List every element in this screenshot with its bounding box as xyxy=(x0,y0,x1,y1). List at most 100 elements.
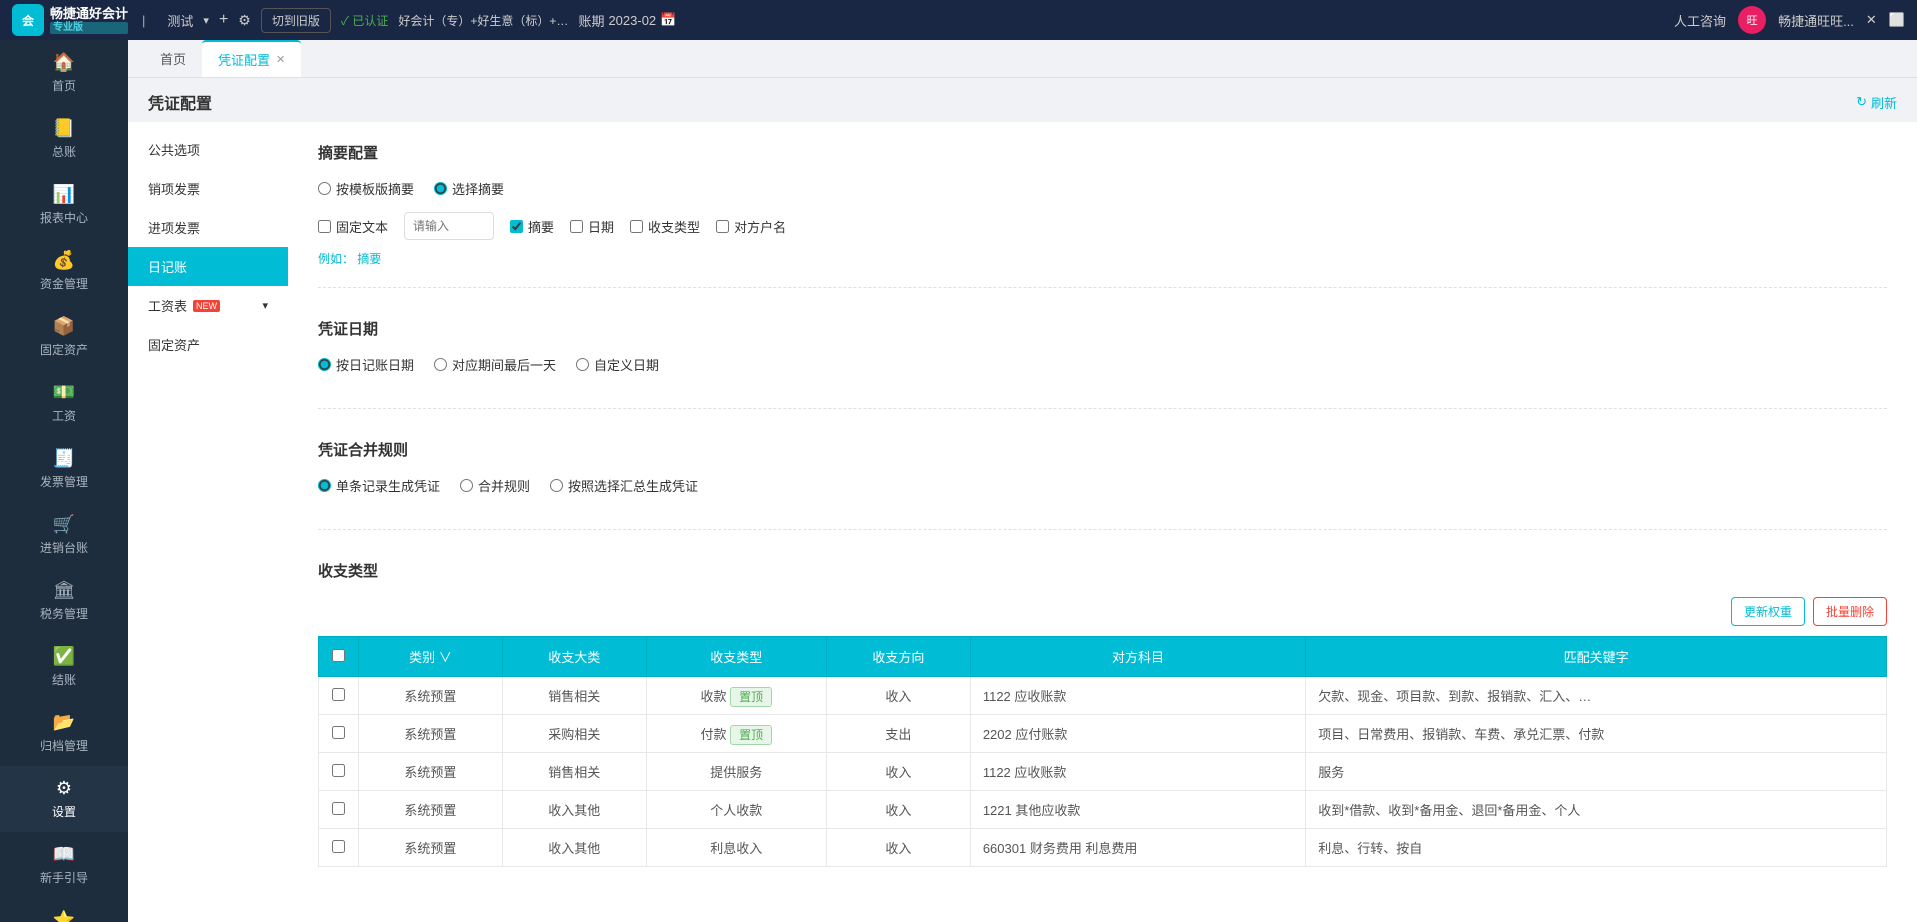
left-nav-purchase-invoice[interactable]: 进项发票 xyxy=(128,208,288,247)
close-icon[interactable]: ✕ xyxy=(1866,12,1877,28)
checkbox-summary[interactable]: 摘要 xyxy=(510,217,554,236)
row-checkbox[interactable] xyxy=(332,726,345,739)
sidebar-item-settle[interactable]: ✅ 结账 xyxy=(0,634,128,700)
tab-home-label: 首页 xyxy=(160,49,186,68)
example-value: 摘要 xyxy=(357,252,381,266)
radio-single[interactable]: 单条记录生成凭证 xyxy=(318,476,440,495)
sidebar-label-purchase: 进销台账 xyxy=(40,539,88,556)
th-category: 类别 ∨ xyxy=(359,637,503,677)
tab-close-icon[interactable]: ✕ xyxy=(276,53,285,66)
left-nav-sales-invoice[interactable]: 销项发票 xyxy=(128,169,288,208)
left-nav-diary[interactable]: 日记账 xyxy=(128,247,288,286)
sidebar-item-purchase[interactable]: 🛒 进销台账 xyxy=(0,502,128,568)
add-icon[interactable]: + xyxy=(219,11,228,29)
sidebar-item-asset[interactable]: 📦 固定资产 xyxy=(0,304,128,370)
radio-summary-gen[interactable]: 按照选择汇总生成凭证 xyxy=(550,476,698,495)
radio-period-last-label: 对应期间最后一天 xyxy=(452,355,556,374)
checkbox-payment-type-input[interactable] xyxy=(630,220,643,233)
fixed-text-input[interactable] xyxy=(404,212,494,240)
td-account: 1122 应收账款 xyxy=(970,753,1305,791)
td-checkbox xyxy=(319,791,359,829)
section-income-expense-title: 收支类型 xyxy=(318,560,1887,581)
sidebar-item-fund[interactable]: 💰 资金管理 xyxy=(0,238,128,304)
checkbox-fixed-text[interactable]: 固定文本 xyxy=(318,217,388,236)
radio-diary-date-label: 按日记账日期 xyxy=(336,355,414,374)
radio-period-last[interactable]: 对应期间最后一天 xyxy=(434,355,556,374)
td-keywords: 项目、日常费用、报销款、车费、承兑汇票、付款 xyxy=(1306,715,1887,753)
radio-summary-gen-input[interactable] xyxy=(550,479,563,492)
row-checkbox[interactable] xyxy=(332,840,345,853)
checkbox-date-label: 日期 xyxy=(588,217,614,236)
sidebar-item-report[interactable]: 📊 报表中心 xyxy=(0,172,128,238)
sidebar-item-salary[interactable]: 💵 工资 xyxy=(0,370,128,436)
radio-merge-input[interactable] xyxy=(460,479,473,492)
sidebar-item-archive[interactable]: 📂 归档管理 xyxy=(0,700,128,766)
app-logo: 会 畅捷通好会计 专业版 xyxy=(12,4,128,36)
sidebar-item-home[interactable]: 🏠 首页 xyxy=(0,40,128,106)
radio-single-input[interactable] xyxy=(318,479,331,492)
checkbox-fixed-text-input[interactable] xyxy=(318,220,331,233)
sidebar-label-fund: 资金管理 xyxy=(40,275,88,292)
app-sub: 专业版 xyxy=(50,22,128,34)
radio-template-input[interactable] xyxy=(318,182,331,195)
batch-delete-button[interactable]: 批量删除 xyxy=(1813,597,1887,626)
left-nav-fixed-assets[interactable]: 固定资产 xyxy=(128,325,288,364)
table-row: 系统预置 收入其他 个人收款 收入 1221 其他应收款 收到*借款、收到*备用… xyxy=(319,791,1887,829)
period-label: 账期 2023-02 📅 xyxy=(578,11,676,30)
checkbox-payment-type[interactable]: 收支类型 xyxy=(630,217,700,236)
radio-merge[interactable]: 合并规则 xyxy=(460,476,530,495)
sidebar-item-member[interactable]: ⭐ 畅会员 xyxy=(0,898,128,922)
td-main-type: 采购相关 xyxy=(502,715,646,753)
sidebar-item-settings[interactable]: ⚙ 设置 xyxy=(0,766,128,832)
td-checkbox xyxy=(319,829,359,867)
tab-home[interactable]: 首页 xyxy=(144,41,202,76)
radio-diary-date[interactable]: 按日记账日期 xyxy=(318,355,414,374)
checkbox-summary-input[interactable] xyxy=(510,220,523,233)
td-sub-type: 收款 置顶 xyxy=(646,677,826,715)
section-voucher-date: 凭证日期 按日记账日期 对应期间最后一天 xyxy=(318,318,1887,409)
radio-diary-date-input[interactable] xyxy=(318,358,331,371)
left-nav-payroll[interactable]: 工资表 NEW ▾ xyxy=(128,286,288,325)
row-checkbox[interactable] xyxy=(332,688,345,701)
company-dropdown-icon[interactable]: ▾ xyxy=(203,14,209,27)
row-checkbox[interactable] xyxy=(332,802,345,815)
td-category: 系统预置 xyxy=(359,791,503,829)
select-all-checkbox[interactable] xyxy=(332,649,345,662)
checkbox-counterparty[interactable]: 对方户名 xyxy=(716,217,786,236)
ledger-icon: 📒 xyxy=(53,118,75,139)
sidebar-item-tax[interactable]: 🏛 税务管理 xyxy=(0,568,128,634)
tab-voucher-config[interactable]: 凭证配置 ✕ xyxy=(202,40,301,77)
checkbox-date[interactable]: 日期 xyxy=(570,217,614,236)
radio-select[interactable]: 选择摘要 xyxy=(434,179,504,198)
sidebar-item-guide[interactable]: 📖 新手引导 xyxy=(0,832,128,898)
radio-custom-date[interactable]: 自定义日期 xyxy=(576,355,659,374)
reset-tag[interactable]: 置顶 xyxy=(730,725,772,745)
radio-select-input[interactable] xyxy=(434,182,447,195)
sidebar-item-ledger[interactable]: 📒 总账 xyxy=(0,106,128,172)
update-weight-button[interactable]: 更新权重 xyxy=(1731,597,1805,626)
separator: | xyxy=(142,13,145,28)
settings-icon: ⚙ xyxy=(56,778,72,799)
sidebar-item-invoice[interactable]: 🧾 发票管理 xyxy=(0,436,128,502)
page-content: 凭证配置 ↻ 刷新 公共选项 销项发票 进项发票 xyxy=(128,78,1917,922)
switch-version-button[interactable]: 切到旧版 xyxy=(261,8,331,33)
calendar-icon[interactable]: 📅 xyxy=(660,12,676,28)
table-row: 系统预置 采购相关 付款 置顶 支出 2202 应付账款 项目、日常 xyxy=(319,715,1887,753)
radio-custom-date-input[interactable] xyxy=(576,358,589,371)
logo-icon: 会 xyxy=(12,4,44,36)
left-nav-public[interactable]: 公共选项 xyxy=(128,130,288,169)
consult-button[interactable]: 人工咨询 xyxy=(1674,11,1726,30)
maximize-icon[interactable]: ⬜ xyxy=(1889,12,1905,28)
reset-tag[interactable]: 置顶 xyxy=(730,687,772,707)
refresh-button[interactable]: ↻ 刷新 xyxy=(1856,93,1897,112)
checkbox-date-input[interactable] xyxy=(570,220,583,233)
row-checkbox[interactable] xyxy=(332,764,345,777)
radio-template[interactable]: 按模板版摘要 xyxy=(318,179,414,198)
td-sub-type: 利息收入 xyxy=(646,829,826,867)
radio-period-last-input[interactable] xyxy=(434,358,447,371)
checkbox-counterparty-input[interactable] xyxy=(716,220,729,233)
avatar[interactable]: 旺 xyxy=(1738,6,1766,34)
gear-icon[interactable]: ⚙ xyxy=(238,12,251,29)
sidebar-label-guide: 新手引导 xyxy=(40,869,88,886)
app-name: 畅捷通好会计 xyxy=(50,6,128,22)
